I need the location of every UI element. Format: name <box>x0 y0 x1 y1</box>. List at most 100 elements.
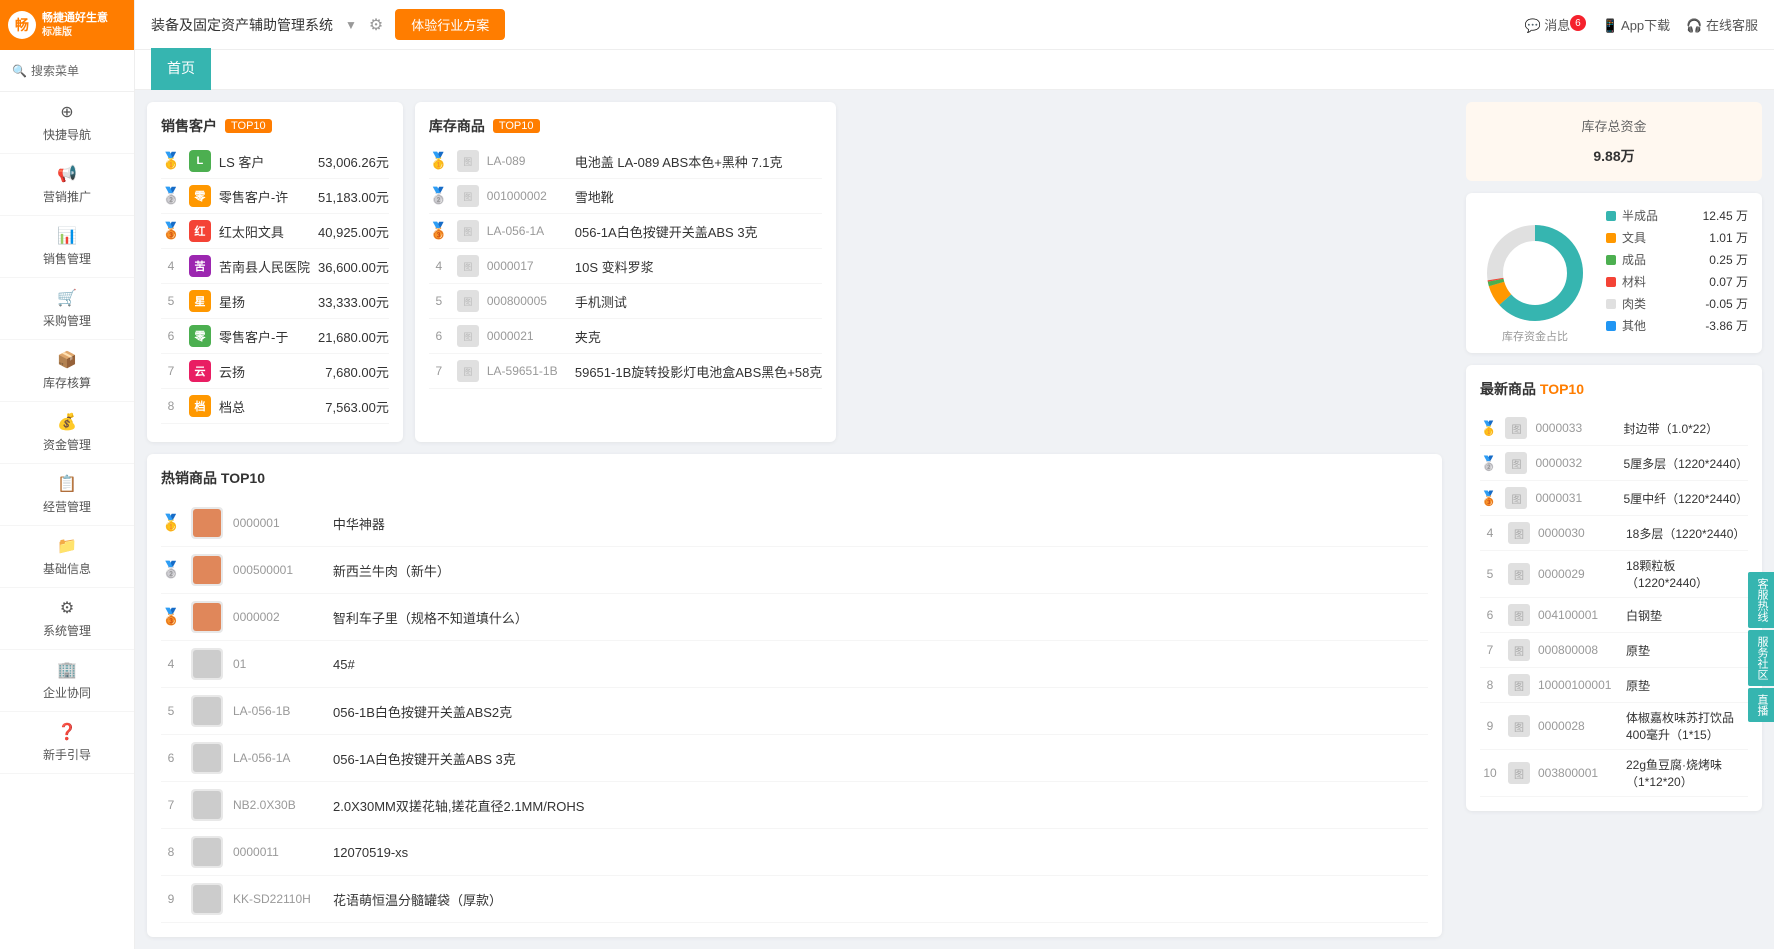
product-name: 18颗粒板（1220*2440） <box>1626 557 1748 591</box>
legend-color-dot <box>1606 255 1616 265</box>
legend-item: 材料 0.07 万 <box>1606 273 1748 290</box>
sidebar: 畅 畅捷通好生意 标准版 🔍 搜索菜单 ⊕快捷导航📢营销推广📊销售管理🛒采购管理… <box>0 0 135 949</box>
logo-text: 畅捷通好生意 标准版 <box>42 11 108 38</box>
new-products-top-label: TOP10 <box>1540 381 1584 397</box>
rank-number: 7 <box>1480 643 1500 657</box>
sidebar-item-finance[interactable]: 💰资金管理 <box>0 402 134 464</box>
customer-avatar: 苦 <box>189 255 211 277</box>
customer-name: 苦南县人民医院 <box>219 257 310 276</box>
rank-number: 7 <box>161 798 181 812</box>
sidebar-item-purchase[interactable]: 🛒采购管理 <box>0 278 134 340</box>
product-img-small: 图 <box>1505 487 1527 509</box>
dropdown-arrow-icon[interactable]: ▼ <box>345 18 357 32</box>
list-item: 7 图 000800008 原垫 <box>1480 633 1748 668</box>
list-item: 6 LA-056-1A 056-1A白色按键开关盖ABS 3克 <box>161 735 1428 782</box>
rank-number: 6 <box>429 329 449 343</box>
product-img-small: 图 <box>1508 522 1530 544</box>
medal-icon: 🥇 <box>161 151 181 171</box>
customer-name: 档总 <box>219 397 317 416</box>
table-row: 🥉 图 LA-056-1A 056-1A白色按键开关盖ABS 3克 <box>429 214 822 249</box>
settings-icon[interactable]: ⚙ <box>369 15 383 35</box>
legend-color-dot <box>1606 233 1616 243</box>
rank-number: 7 <box>429 364 449 378</box>
list-item: 🥈 图 0000032 5厘多层（1220*2440） <box>1480 446 1748 481</box>
hot-products-card: 热销商品 TOP10 🥇 0000001 中华神器 🥈 000500001 新西… <box>147 454 1442 937</box>
nav-label-guide: 新手引导 <box>43 746 91 763</box>
nav-label-system: 系统管理 <box>43 622 91 639</box>
product-code: LA-056-1A <box>233 751 323 765</box>
legend-color-dot <box>1606 277 1616 287</box>
top-section: 销售客户 TOP10 🥇 L LS 客户 53,006.26元 🥈 零 零售客户… <box>147 102 1442 442</box>
table-row: 6 零 零售客户-于 21,680.00元 <box>161 319 389 354</box>
list-item: 8 图 10000100001 原垫 <box>1480 668 1748 703</box>
rank-number: 6 <box>161 751 181 765</box>
product-image <box>191 554 223 586</box>
sidebar-search-section: 🔍 搜索菜单 <box>0 50 134 92</box>
sidebar-nav: ⊕快捷导航📢营销推广📊销售管理🛒采购管理📦库存核算💰资金管理📋经营管理📁基础信息… <box>0 92 134 949</box>
sidebar-item-operation[interactable]: 📋经营管理 <box>0 464 134 526</box>
legend-color-dot <box>1606 321 1616 331</box>
service-btn-1[interactable]: 服务社区 <box>1748 630 1774 686</box>
service-btn-2[interactable]: 直播 <box>1748 688 1774 722</box>
product-img-small: 图 <box>1508 563 1530 585</box>
nav-icon-operation: 📋 <box>57 474 77 494</box>
table-row: 4 苦 苦南县人民医院 36,600.00元 <box>161 249 389 284</box>
inventory-badge: TOP10 <box>493 119 540 133</box>
list-item: 🥉 0000002 智利车子里（规格不知道填什么） <box>161 594 1428 641</box>
sidebar-item-quick-nav[interactable]: ⊕快捷导航 <box>0 92 134 154</box>
inventory-total-card: 库存总资金 9.88万 <box>1466 102 1762 181</box>
search-menu-button[interactable]: 🔍 搜索菜单 <box>8 58 126 83</box>
nav-icon-quick-nav: ⊕ <box>60 102 73 122</box>
product-name: 056-1B白色按键开关盖ABS2克 <box>333 702 1428 721</box>
online-service-button[interactable]: 🎧 在线客服 <box>1686 15 1758 34</box>
list-item: 7 NB2.0X30B 2.0X30MM双搓花轴,搓花直径2.1MM/ROHS <box>161 782 1428 829</box>
sidebar-item-basic-info[interactable]: 📁基础信息 <box>0 526 134 588</box>
nav-home[interactable]: 首页 <box>151 48 211 91</box>
product-image-placeholder <box>191 742 223 774</box>
nav-icon-guide: ❓ <box>57 722 77 742</box>
sidebar-item-sales[interactable]: 📊销售管理 <box>0 216 134 278</box>
sidebar-item-guide[interactable]: ❓ 新手引导 <box>0 712 134 774</box>
sidebar-item-marketing[interactable]: 📢营销推广 <box>0 154 134 216</box>
list-item: 8 0000011 12070519-xs <box>161 829 1428 876</box>
product-img: 图 <box>457 325 479 347</box>
customer-name: 星扬 <box>219 292 310 311</box>
new-products-list: 🥇 图 0000033 封边带（1.0*22） 🥈 图 0000032 5厘多层… <box>1480 411 1748 797</box>
product-name: 18多层（1220*2440） <box>1626 525 1748 542</box>
product-name: 花语萌恒温分髓罐袋（厚款） <box>333 890 1428 909</box>
table-row: 5 星 星扬 33,333.00元 <box>161 284 389 319</box>
sidebar-item-inventory[interactable]: 📦库存核算 <box>0 340 134 402</box>
product-name: 白钢垫 <box>1626 607 1748 624</box>
product-name: 5厘多层（1220*2440） <box>1623 455 1748 472</box>
list-item: 🥈 000500001 新西兰牛肉（新牛） <box>161 547 1428 594</box>
product-name: 056-1A白色按键开关盖ABS 3克 <box>575 222 823 241</box>
medal-icon: 🥈 <box>161 560 181 580</box>
medal-icon: 🥇 <box>1480 420 1497 437</box>
service-btn-0[interactable]: 客服热线 <box>1748 572 1774 628</box>
table-row: 🥇 L LS 客户 53,006.26元 <box>161 144 389 179</box>
table-row: 🥇 图 LA-089 电池盖 LA-089 ABS本色+黑种 7.1克 <box>429 144 822 179</box>
product-code: 0000001 <box>233 516 323 530</box>
customer-amount: 21,680.00元 <box>318 327 389 346</box>
product-name: 2.0X30MM双搓花轴,搓花直径2.1MM/ROHS <box>333 796 1428 815</box>
sidebar-item-enterprise[interactable]: 🏢企业协同 <box>0 650 134 712</box>
rank-number: 6 <box>1480 608 1500 622</box>
list-item: 5 LA-056-1B 056-1B白色按键开关盖ABS2克 <box>161 688 1428 735</box>
list-item: 10 图 003800001 22g鱼豆腐·烧烤味（1*12*20） <box>1480 750 1748 797</box>
service-float: 客服热线服务社区直播 <box>1748 572 1774 722</box>
product-code: LA-089 <box>487 154 567 168</box>
app-download-button[interactable]: 📱 App下载 <box>1602 15 1670 34</box>
customer-name: 云扬 <box>219 362 317 381</box>
inventory-top10-card: 库存商品 TOP10 🥇 图 LA-089 电池盖 LA-089 ABS本色+黑… <box>415 102 836 442</box>
message-button[interactable]: 💬 消息 6 <box>1524 15 1585 34</box>
table-row: 🥉 红 红太阳文具 40,925.00元 <box>161 214 389 249</box>
sidebar-item-system[interactable]: ⚙系统管理 <box>0 588 134 650</box>
inventory-header: 库存商品 TOP10 <box>429 116 822 136</box>
hot-products-title: 热销商品 TOP10 <box>161 468 1428 488</box>
product-code: 000800005 <box>487 294 567 308</box>
legend-label: 材料 <box>1622 273 1703 290</box>
customers-badge: TOP10 <box>225 119 272 133</box>
rank-number: 5 <box>161 294 181 308</box>
trial-plan-button[interactable]: 体验行业方案 <box>395 9 505 40</box>
list-item: 4 01 45# <box>161 641 1428 688</box>
